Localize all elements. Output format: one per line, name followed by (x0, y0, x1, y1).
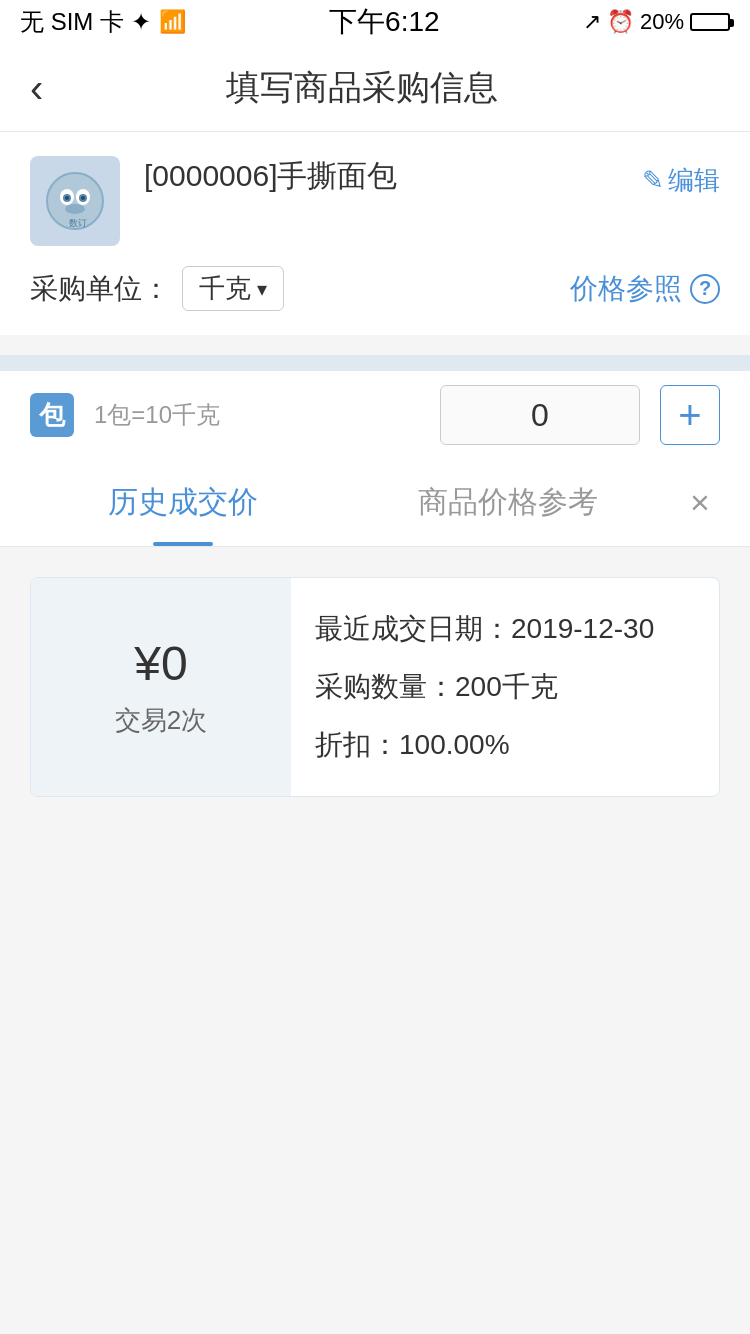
product-name: [0000006]手撕面包 (144, 156, 397, 197)
battery-percent: 20% (640, 9, 684, 35)
transaction-price: ¥0 (134, 636, 187, 691)
edit-button[interactable]: ✎ 编辑 (642, 163, 720, 198)
edit-label: 编辑 (668, 163, 720, 198)
status-left: 无 SIM 卡 ✦ 📶 (20, 6, 186, 38)
detail-discount: 折扣：100.00% (315, 724, 695, 766)
edit-icon: ✎ (642, 165, 664, 196)
product-name-area: [0000006]手撕面包 ✎ 编辑 (144, 156, 720, 205)
tab-product-price-label: 商品价格参考 (418, 482, 598, 523)
transaction-card: ¥0 交易2次 最近成交日期：2019-12-30 采购数量：200千克 折扣：… (30, 577, 720, 797)
unit-area: 采购单位： 千克 ▾ (30, 266, 284, 311)
tab-history-label: 历史成交价 (108, 482, 258, 523)
svg-point-6 (81, 196, 85, 200)
svg-point-5 (65, 196, 69, 200)
price-ref-button[interactable]: 价格参照 ? (570, 270, 720, 308)
back-button[interactable]: ‹ (30, 68, 43, 108)
history-content: ¥0 交易2次 最近成交日期：2019-12-30 采购数量：200千克 折扣：… (0, 547, 750, 1147)
help-icon: ? (690, 274, 720, 304)
nav-bar: ‹ 填写商品采购信息 (0, 44, 750, 132)
discount-label: 折扣： (315, 729, 399, 760)
tab-product-price[interactable]: 商品价格参考 (345, 459, 670, 546)
tab-bar: 历史成交价 商品价格参考 × (0, 459, 750, 547)
svg-text:数订: 数订 (69, 218, 87, 228)
battery-icon (690, 13, 730, 31)
quantity-row: 包 1包=10千克 0 + (0, 371, 750, 459)
status-time: 下午6:12 (329, 3, 440, 41)
status-right: ↗ ⏰ 20% (583, 9, 730, 35)
unit-conversion: 1包=10千克 (94, 399, 420, 431)
section-divider (0, 355, 750, 371)
alarm-icon: ⏰ (607, 9, 634, 35)
detail-date: 最近成交日期：2019-12-30 (315, 608, 695, 650)
unit-select[interactable]: 千克 ▾ (182, 266, 284, 311)
tab-active-indicator (153, 542, 213, 546)
transaction-trades: 交易2次 (115, 703, 207, 738)
product-thumbnail: 数订 (30, 156, 120, 246)
svg-point-7 (65, 204, 85, 214)
tab-history[interactable]: 历史成交价 (20, 459, 345, 546)
date-value: 2019-12-30 (511, 613, 654, 644)
product-row-top: 数订 [0000006]手撕面包 ✎ 编辑 (30, 156, 720, 246)
card-detail-section: 最近成交日期：2019-12-30 采购数量：200千克 折扣：100.00% (291, 578, 719, 796)
product-row-bottom: 采购单位： 千克 ▾ 价格参照 ? (30, 266, 720, 311)
detail-qty: 采购数量：200千克 (315, 666, 695, 708)
sim-status: 无 SIM 卡 ✦ (20, 6, 151, 38)
unit-label: 采购单位： (30, 270, 170, 308)
product-logo: 数订 (40, 166, 110, 236)
location-icon: ↗ (583, 9, 601, 35)
discount-value: 100.00% (399, 729, 510, 760)
unit-value: 千克 (199, 271, 251, 306)
page-title: 填写商品采购信息 (63, 65, 660, 111)
quantity-input[interactable]: 0 (440, 385, 640, 445)
wifi-icon: 📶 (159, 9, 186, 35)
card-price-section: ¥0 交易2次 (31, 578, 291, 796)
price-ref-label: 价格参照 (570, 270, 682, 308)
quantity-plus-button[interactable]: + (660, 385, 720, 445)
status-bar: 无 SIM 卡 ✦ 📶 下午6:12 ↗ ⏰ 20% (0, 0, 750, 44)
dropdown-icon: ▾ (257, 277, 267, 301)
unit-badge: 包 (30, 393, 74, 437)
qty-value: 200千克 (455, 671, 558, 702)
close-button[interactable]: × (670, 473, 730, 533)
qty-label: 采购数量： (315, 671, 455, 702)
product-card: 数订 [0000006]手撕面包 ✎ 编辑 采购单位： 千克 ▾ 价格参照 ? (0, 132, 750, 335)
date-label: 最近成交日期： (315, 613, 511, 644)
